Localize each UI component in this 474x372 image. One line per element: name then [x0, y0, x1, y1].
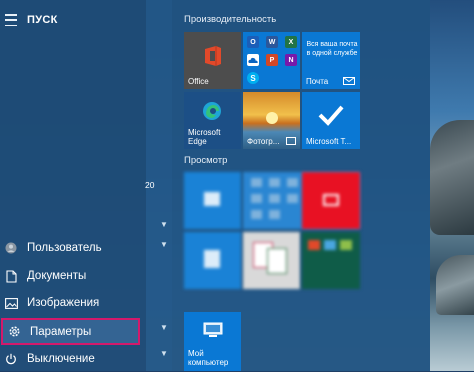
- chevron-down-icon[interactable]: ▼: [160, 349, 168, 358]
- tile-mail-text: Вся ваша почта в одной службе: [306, 41, 358, 57]
- checkmark-icon: [318, 105, 344, 126]
- tile-edge[interactable]: Microsoft Edge: [184, 92, 241, 149]
- chevron-down-icon[interactable]: ▼: [160, 240, 168, 249]
- section-explore: Просмотр: [184, 155, 228, 166]
- nav-user-label: Пользователь: [27, 242, 102, 254]
- tile-photos[interactable]: Фотогр...: [243, 92, 300, 149]
- tile-office-apps-group[interactable]: O W X P N S: [243, 32, 300, 89]
- tile-explore-solitaire[interactable]: [243, 232, 300, 289]
- nav-settings-label: Параметры: [30, 325, 92, 338]
- nav-documents-label: Документы: [27, 270, 87, 282]
- tile-explore-red[interactable]: [302, 172, 360, 229]
- computer-icon: [203, 322, 223, 337]
- tile-my-computer-label: Мой компьютер: [188, 349, 229, 367]
- onenote-icon: N: [285, 54, 297, 66]
- photos-icon: [286, 137, 296, 145]
- nav-user[interactable]: Пользователь: [0, 235, 146, 261]
- powerpoint-icon: P: [266, 54, 278, 66]
- app-list-letter: 20: [145, 180, 155, 190]
- nav-shutdown-label: Выключение: [27, 353, 95, 365]
- wallpaper-rock-lower: [436, 255, 474, 315]
- nav-settings[interactable]: Параметры: [1, 318, 140, 345]
- tile-office-label: Office: [188, 77, 209, 86]
- start-title: ПУСК: [27, 14, 58, 26]
- tile-mail-label: Почта: [306, 77, 329, 86]
- tile-explore-news[interactable]: [302, 232, 360, 289]
- sun-image: [266, 112, 278, 124]
- nav-shutdown[interactable]: Выключение: [0, 346, 146, 372]
- onedrive-icon: [247, 54, 259, 66]
- tile-office[interactable]: Office: [184, 32, 241, 89]
- chevron-down-icon[interactable]: ▼: [160, 323, 168, 332]
- word-icon: W: [266, 36, 278, 48]
- hamburger-menu-icon[interactable]: [5, 13, 17, 27]
- store-bag-icon: [204, 192, 220, 206]
- tile-explore-app[interactable]: [184, 232, 241, 289]
- nav-documents[interactable]: Документы: [0, 263, 146, 289]
- edge-logo-icon: [203, 102, 221, 120]
- skype-icon: S: [247, 72, 259, 84]
- tile-mail[interactable]: Вся ваша почта в одной службе Почта: [302, 32, 360, 89]
- tile-store[interactable]: Microsoft T...: [302, 92, 360, 149]
- image-icon: [4, 296, 18, 310]
- chevron-down-icon[interactable]: ▼: [160, 220, 168, 229]
- wallpaper-rock: [430, 120, 474, 235]
- power-icon: [4, 352, 18, 366]
- user-avatar-icon: [4, 241, 18, 255]
- start-menu: ПУСК 20 ▼ ▼ ▼ ▼ Пользователь Документы И…: [0, 0, 430, 371]
- section-productivity: Производительность: [184, 14, 277, 25]
- tile-photos-label: Фотогр...: [247, 137, 280, 146]
- tile-my-computer[interactable]: Мой компьютер: [184, 312, 241, 371]
- outlook-icon: O: [247, 36, 259, 48]
- nav-images[interactable]: Изображения: [0, 290, 146, 316]
- nav-images-label: Изображения: [27, 297, 100, 309]
- document-icon: [4, 269, 18, 283]
- excel-icon: X: [285, 36, 297, 48]
- tile-store-label: Microsoft T...: [306, 137, 352, 146]
- office-logo-icon: [205, 46, 221, 66]
- mail-icon: [343, 77, 355, 85]
- gear-icon: [7, 325, 21, 339]
- tile-explore-store[interactable]: [184, 172, 241, 229]
- desktop-wallpaper: [430, 0, 474, 371]
- tile-edge-label: Microsoft Edge: [188, 128, 221, 146]
